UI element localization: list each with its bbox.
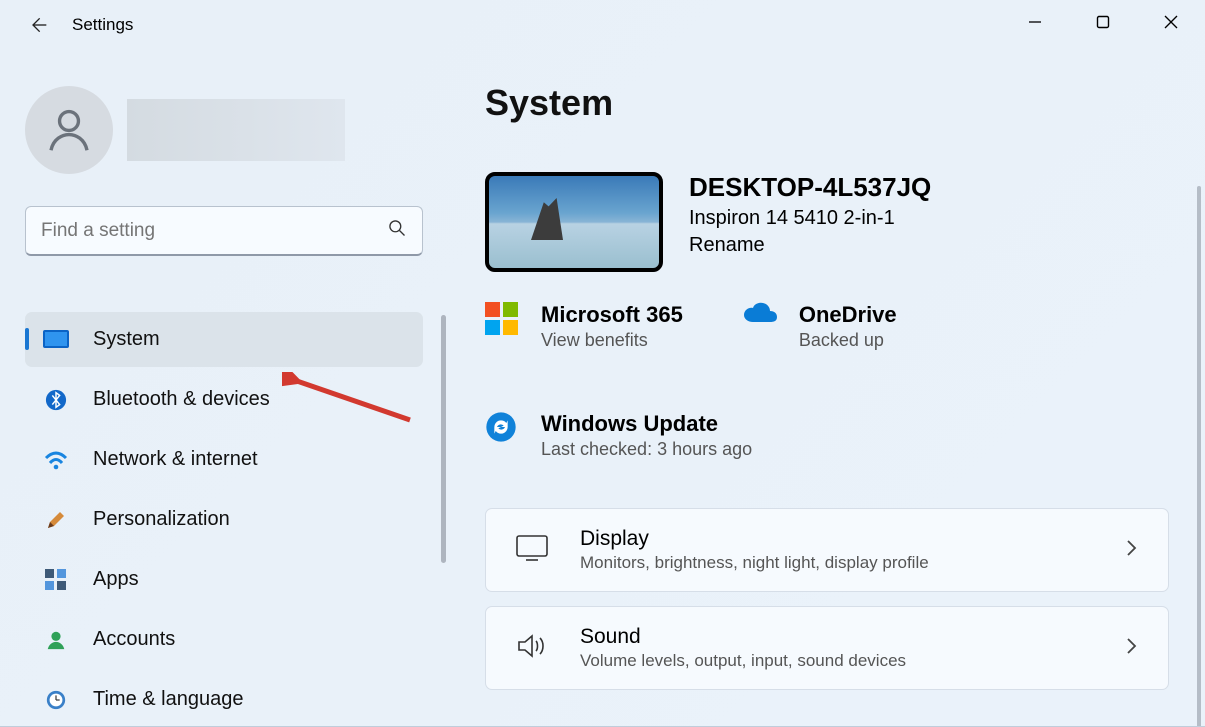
- chevron-right-icon: [1124, 636, 1138, 661]
- ms365-icon: [485, 302, 519, 336]
- avatar: [25, 86, 113, 174]
- apps-icon: [43, 567, 69, 593]
- svc-sub: View benefits: [541, 330, 683, 351]
- card-title: Display: [580, 527, 929, 551]
- bluetooth-icon: [43, 387, 69, 413]
- sidebar: System Bluetooth & devices Network & int…: [0, 50, 445, 726]
- sidebar-item-time[interactable]: Time & language: [25, 672, 423, 727]
- time-icon: [43, 687, 69, 713]
- display-icon: [516, 535, 552, 566]
- back-button[interactable]: [28, 15, 48, 35]
- app-title: Settings: [72, 15, 133, 35]
- chevron-right-icon: [1124, 538, 1138, 563]
- personalization-icon: [43, 507, 69, 533]
- device-name: DESKTOP-4L537JQ: [689, 172, 931, 203]
- onedrive-icon: [743, 302, 777, 336]
- window-controls: [1001, 0, 1205, 44]
- sidebar-scrollbar[interactable]: [441, 315, 446, 563]
- svc-title: OneDrive: [799, 302, 897, 328]
- service-winupdate[interactable]: Windows Update Last checked: 3 hours ago: [485, 411, 1169, 460]
- service-onedrive[interactable]: OneDrive Backed up: [743, 302, 897, 351]
- card-sub: Volume levels, output, input, sound devi…: [580, 651, 906, 671]
- card-display[interactable]: Display Monitors, brightness, night ligh…: [485, 508, 1169, 592]
- nav-label: System: [93, 328, 160, 351]
- nav-label: Network & internet: [93, 448, 258, 471]
- nav-label: Bluetooth & devices: [93, 388, 270, 411]
- sidebar-item-system[interactable]: System: [25, 312, 423, 367]
- service-ms365[interactable]: Microsoft 365 View benefits: [485, 302, 683, 351]
- sidebar-item-personalization[interactable]: Personalization: [25, 492, 423, 547]
- sidebar-item-bluetooth[interactable]: Bluetooth & devices: [25, 372, 423, 427]
- nav-label: Apps: [93, 568, 139, 591]
- nav-label: Accounts: [93, 628, 175, 651]
- page-title: System: [485, 82, 1169, 124]
- sidebar-item-network[interactable]: Network & internet: [25, 432, 423, 487]
- maximize-button[interactable]: [1069, 0, 1137, 44]
- accounts-icon: [43, 627, 69, 653]
- winupdate-icon: [485, 411, 519, 445]
- user-name-block: [127, 99, 345, 161]
- nav-list: System Bluetooth & devices Network & int…: [25, 312, 427, 727]
- main-scrollbar[interactable]: [1197, 186, 1201, 726]
- svc-sub: Backed up: [799, 330, 897, 351]
- device-thumbnail[interactable]: [485, 172, 663, 272]
- svc-title: Windows Update: [541, 411, 752, 437]
- device-model: Inspiron 14 5410 2-in-1: [689, 207, 931, 230]
- rename-link[interactable]: Rename: [689, 234, 931, 257]
- network-icon: [43, 447, 69, 473]
- card-sound[interactable]: Sound Volume levels, output, input, soun…: [485, 606, 1169, 690]
- minimize-button[interactable]: [1001, 0, 1069, 44]
- sound-icon: [516, 632, 552, 665]
- card-title: Sound: [580, 625, 906, 649]
- search-icon: [387, 218, 407, 243]
- sidebar-item-apps[interactable]: Apps: [25, 552, 423, 607]
- search-box[interactable]: [25, 206, 423, 256]
- card-sub: Monitors, brightness, night light, displ…: [580, 553, 929, 573]
- svc-sub: Last checked: 3 hours ago: [541, 439, 752, 460]
- main-panel: System DESKTOP-4L537JQ Inspiron 14 5410 …: [445, 50, 1205, 726]
- nav-label: Time & language: [93, 688, 243, 711]
- user-profile[interactable]: [25, 86, 427, 174]
- device-info: DESKTOP-4L537JQ Inspiron 14 5410 2-in-1 …: [485, 172, 1169, 272]
- nav-label: Personalization: [93, 508, 230, 531]
- search-input[interactable]: [41, 220, 387, 242]
- system-icon: [43, 327, 69, 353]
- close-button[interactable]: [1137, 0, 1205, 44]
- sidebar-item-accounts[interactable]: Accounts: [25, 612, 423, 667]
- svc-title: Microsoft 365: [541, 302, 683, 328]
